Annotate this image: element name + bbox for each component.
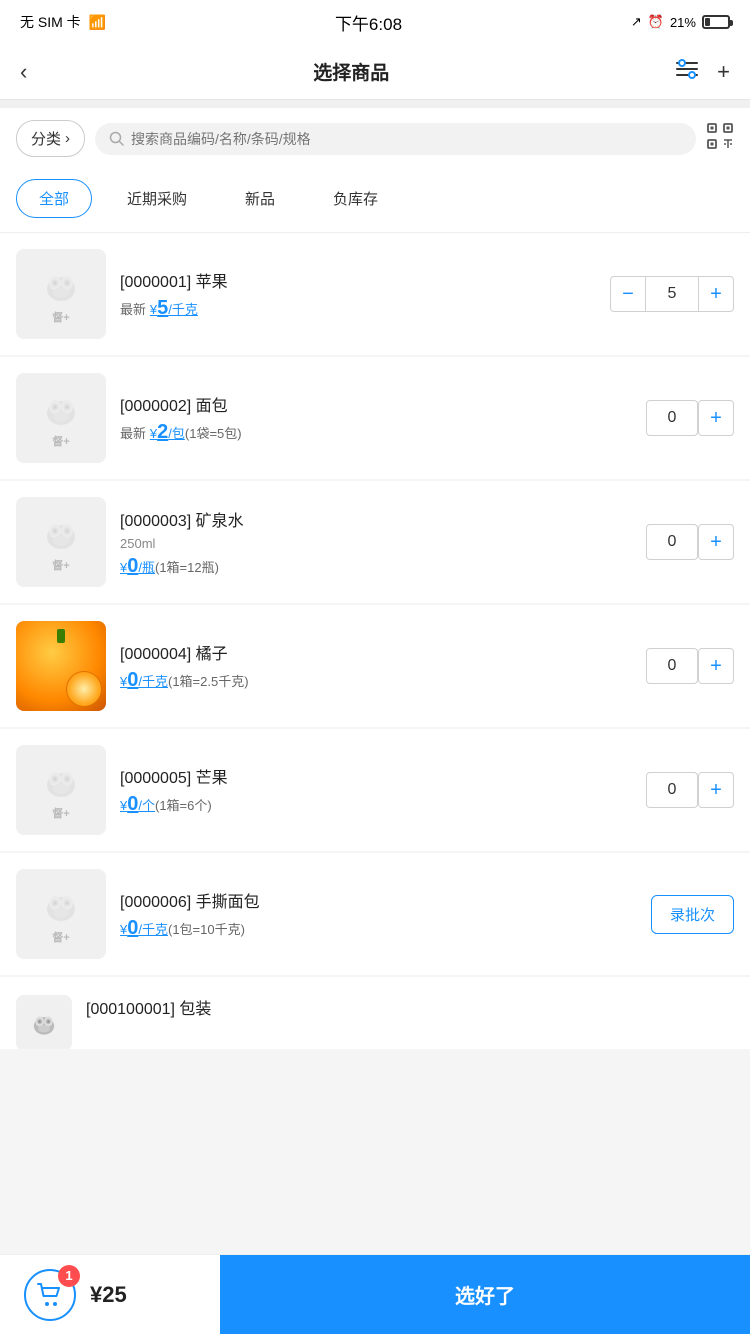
status-time: 下午6:08 <box>335 10 402 35</box>
search-input[interactable] <box>131 131 682 147</box>
battery-percent: 21% <box>670 15 696 30</box>
qty-control-0000005: + <box>646 772 734 808</box>
product-image-0000001: 督+ <box>16 249 106 339</box>
location-icon: ↗ <box>631 14 642 30</box>
qty-control-0000004: + <box>646 648 734 684</box>
battery-icon <box>702 15 730 29</box>
placeholder-owl-icon <box>39 883 83 927</box>
list-item: 督+ [0000005] 芒果 ¥0/个(1箱=6个) + <box>0 729 750 851</box>
product-name: [0000003] 矿泉水 <box>120 507 632 531</box>
product-image-0000002: 督+ <box>16 373 106 463</box>
placeholder-owl-icon <box>28 1007 60 1039</box>
product-price: 最新 ¥2/包(1袋=5包) <box>120 421 632 444</box>
tab-negative[interactable]: 负库存 <box>310 179 401 218</box>
qty-plus-button[interactable]: + <box>698 648 734 684</box>
category-chevron: › <box>65 130 70 147</box>
list-item: 督+ [0000003] 矿泉水 250ml ¥0/瓶(1箱=12瓶) + <box>0 481 750 603</box>
search-icon <box>109 131 125 147</box>
product-info-0000003: [0000003] 矿泉水 250ml ¥0/瓶(1箱=12瓶) <box>120 507 632 578</box>
status-carrier: 无 SIM 卡 📶 <box>20 12 106 32</box>
product-price: 最新 ¥5/千克 <box>120 297 596 320</box>
page-title: 选择商品 <box>313 58 389 85</box>
list-item: [0000004] 橘子 ¥0/千克(1箱=2.5千克) + <box>0 605 750 727</box>
list-item: 督+ [0000001] 苹果 最新 ¥5/千克 − + <box>0 233 750 355</box>
product-info-0000006: [0000006] 手撕面包 ¥0/千克(1包=10千克) <box>120 888 637 940</box>
search-wrap <box>95 123 696 155</box>
qty-input[interactable] <box>646 400 698 436</box>
product-name: [0000006] 手撕面包 <box>120 888 637 912</box>
tab-new[interactable]: 新品 <box>222 179 298 218</box>
confirm-button[interactable]: 选好了 <box>220 1255 750 1334</box>
qty-control-0000001: − + <box>610 276 734 312</box>
product-image-0000003: 督+ <box>16 497 106 587</box>
scan-icon[interactable] <box>706 122 734 156</box>
product-name: [0000005] 芒果 <box>120 764 632 788</box>
qty-input[interactable] <box>646 276 698 312</box>
list-item: 督+ [0000006] 手撕面包 ¥0/千克(1包=10千克) 录批次 <box>0 853 750 975</box>
batch-button[interactable]: 录批次 <box>651 895 734 934</box>
product-price: ¥0/个(1箱=6个) <box>120 793 632 816</box>
product-list: 督+ [0000001] 苹果 最新 ¥5/千克 − + <box>0 233 750 1049</box>
placeholder-owl-icon <box>39 263 83 307</box>
alarm-icon: ⏰ <box>648 14 664 30</box>
qty-plus-button[interactable]: + <box>698 400 734 436</box>
product-info-0000002: [0000002] 面包 最新 ¥2/包(1袋=5包) <box>120 392 632 444</box>
cart-badge: 1 <box>58 1265 80 1287</box>
nav-bar: ‹ 选择商品 + <box>0 44 750 100</box>
cart-icon <box>37 1283 63 1307</box>
placeholder-owl-icon <box>39 387 83 431</box>
cart-area: 1 ¥25 <box>0 1269 220 1321</box>
qty-input[interactable] <box>646 648 698 684</box>
product-price: ¥0/千克(1箱=2.5千克) <box>120 669 632 692</box>
product-spec: 250ml <box>120 536 632 551</box>
product-name: [000100001] 包装 <box>86 995 734 1019</box>
cart-total: ¥25 <box>90 1282 127 1308</box>
product-info-0000004: [0000004] 橘子 ¥0/千克(1箱=2.5千克) <box>120 640 632 692</box>
filter-bar: 分类 › <box>0 108 750 169</box>
product-image-0000006: 督+ <box>16 869 106 959</box>
product-name: [0000002] 面包 <box>120 392 632 416</box>
product-price: ¥0/瓶(1箱=12瓶) <box>120 555 632 578</box>
category-button[interactable]: 分类 › <box>16 120 85 157</box>
qty-input[interactable] <box>646 772 698 808</box>
product-name: [0000004] 橘子 <box>120 640 632 664</box>
product-info-0000005: [0000005] 芒果 ¥0/个(1箱=6个) <box>120 764 632 816</box>
tab-recent[interactable]: 近期采购 <box>104 179 210 218</box>
list-item: [000100001] 包装 <box>0 977 750 1049</box>
product-info-0000001: [0000001] 苹果 最新 ¥5/千克 <box>120 268 596 320</box>
add-button[interactable]: + <box>717 59 730 85</box>
status-right: ↗ ⏰ 21% <box>631 14 730 30</box>
placeholder-owl-icon <box>39 511 83 555</box>
cart-button[interactable]: 1 <box>24 1269 76 1321</box>
status-bar: 无 SIM 卡 📶 下午6:08 ↗ ⏰ 21% <box>0 0 750 44</box>
filter-icon[interactable] <box>675 58 699 86</box>
bottom-bar: 1 ¥25 选好了 <box>0 1254 750 1334</box>
qty-minus-button[interactable]: − <box>610 276 646 312</box>
category-label: 分类 <box>31 128 61 149</box>
back-button[interactable]: ‹ <box>20 59 27 85</box>
product-image-0000005: 督+ <box>16 745 106 835</box>
qty-input[interactable] <box>646 524 698 560</box>
product-image-000100001 <box>16 995 72 1049</box>
tab-all[interactable]: 全部 <box>16 179 92 218</box>
carrier-text: 无 SIM 卡 <box>20 12 81 32</box>
placeholder-owl-icon <box>39 759 83 803</box>
nav-actions: + <box>675 58 730 86</box>
product-image-0000004 <box>16 621 106 711</box>
qty-plus-button[interactable]: + <box>698 276 734 312</box>
qty-plus-button[interactable]: + <box>698 772 734 808</box>
product-price: ¥0/千克(1包=10千克) <box>120 917 637 940</box>
qty-control-0000003: + <box>646 524 734 560</box>
wifi-icon: 📶 <box>89 14 106 31</box>
list-item: 督+ [0000002] 面包 最新 ¥2/包(1袋=5包) + <box>0 357 750 479</box>
product-info-000100001: [000100001] 包装 <box>86 995 734 1024</box>
qty-plus-button[interactable]: + <box>698 524 734 560</box>
tab-bar: 全部 近期采购 新品 负库存 <box>0 169 750 233</box>
nav-divider <box>0 100 750 108</box>
product-name: [0000001] 苹果 <box>120 268 596 292</box>
qty-control-0000002: + <box>646 400 734 436</box>
